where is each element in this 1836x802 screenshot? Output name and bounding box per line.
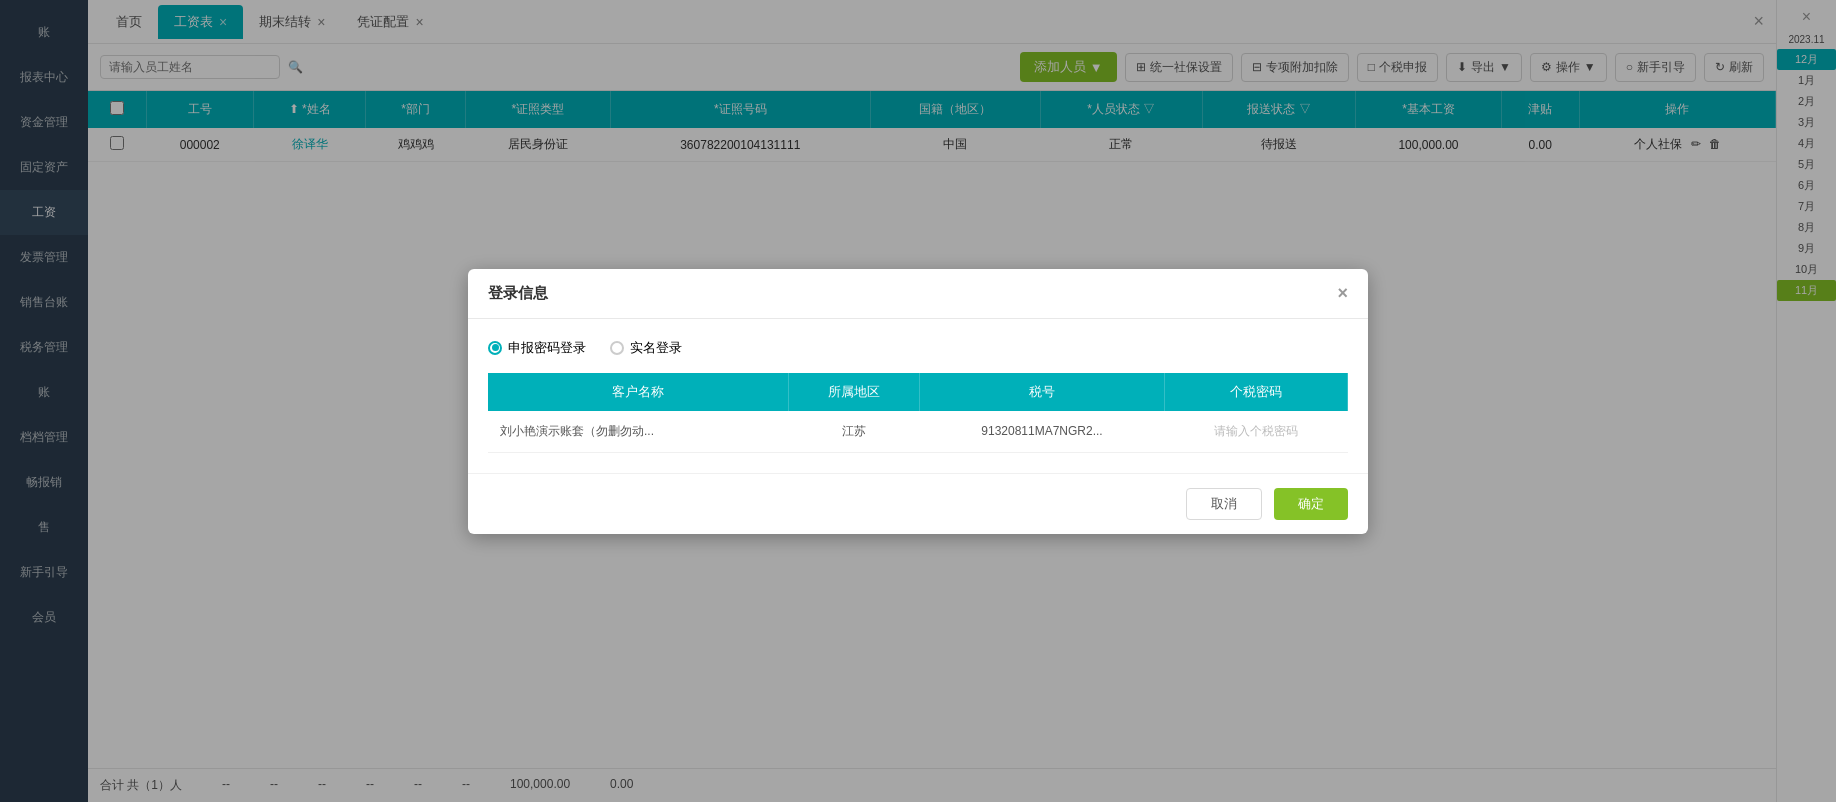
cancel-button[interactable]: 取消 bbox=[1186, 488, 1262, 520]
radio-group: 申报密码登录 实名登录 bbox=[488, 339, 1348, 357]
dialog-footer: 取消 确定 bbox=[468, 473, 1368, 534]
dialog-table: 客户名称 所属地区 税号 个税密码 刘小艳演示账套（勿删勿动... 江苏 913… bbox=[488, 373, 1348, 453]
password-placeholder: 请输入个税密码 bbox=[1214, 424, 1298, 438]
dialog-col-taxid: 税号 bbox=[919, 373, 1165, 411]
dialog-col-client: 客户名称 bbox=[488, 373, 789, 411]
dialog-cell-password[interactable]: 请输入个税密码 bbox=[1165, 411, 1348, 453]
dialog-close-button[interactable]: × bbox=[1337, 283, 1348, 304]
dialog-col-region: 所属地区 bbox=[789, 373, 919, 411]
dialog-title: 登录信息 bbox=[488, 284, 548, 303]
radio-password-circle bbox=[488, 341, 502, 355]
radio-password-label: 申报密码登录 bbox=[508, 339, 586, 357]
dialog-cell-taxid: 91320811MA7NGR2... bbox=[919, 411, 1165, 453]
dialog-cell-client: 刘小艳演示账套（勿删勿动... bbox=[488, 411, 789, 453]
login-dialog: 登录信息 × 申报密码登录 实名登录 客户名称 所属 bbox=[468, 269, 1368, 534]
modal-overlay: 登录信息 × 申报密码登录 实名登录 客户名称 所属 bbox=[0, 0, 1836, 802]
radio-realname-label: 实名登录 bbox=[630, 339, 682, 357]
confirm-button[interactable]: 确定 bbox=[1274, 488, 1348, 520]
radio-realname-circle bbox=[610, 341, 624, 355]
dialog-header: 登录信息 × bbox=[468, 269, 1368, 319]
dialog-table-row: 刘小艳演示账套（勿删勿动... 江苏 91320811MA7NGR2... 请输… bbox=[488, 411, 1348, 453]
dialog-cell-region: 江苏 bbox=[789, 411, 919, 453]
dialog-body: 申报密码登录 实名登录 客户名称 所属地区 税号 个税密码 bbox=[468, 319, 1368, 473]
radio-realname-login[interactable]: 实名登录 bbox=[610, 339, 682, 357]
radio-password-login[interactable]: 申报密码登录 bbox=[488, 339, 586, 357]
dialog-col-password: 个税密码 bbox=[1165, 373, 1348, 411]
